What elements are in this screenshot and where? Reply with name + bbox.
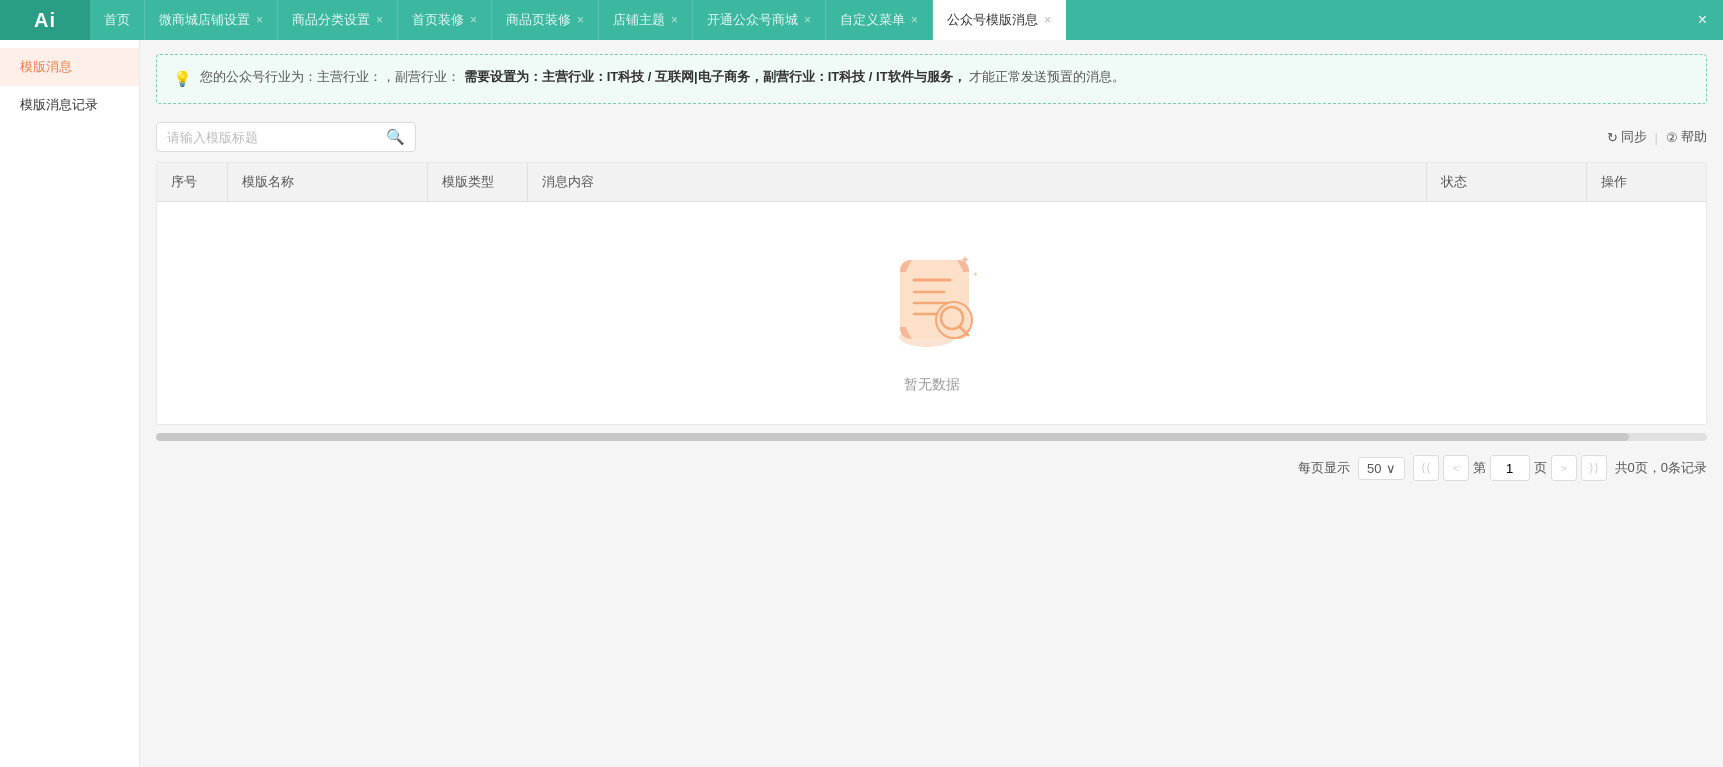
th-seq: 序号	[157, 163, 227, 201]
tab-open-mall[interactable]: 开通公众号商城 ×	[693, 0, 826, 40]
data-table: 序号 模版名称 模版类型 消息内容 状态 操作	[156, 162, 1707, 425]
chevron-down-icon: ∨	[1386, 461, 1396, 476]
total-label: 共0页，0条记录	[1615, 459, 1707, 477]
right-actions: ↻ 同步 | ② 帮助	[1607, 128, 1707, 146]
tab-label: 开通公众号商城	[707, 11, 798, 29]
table-header: 序号 模版名称 模版类型 消息内容 状态 操作	[157, 163, 1706, 202]
scrollbar-thumb[interactable]	[156, 433, 1629, 441]
notice-text: 您的公众号行业为：主营行业：，副营行业： 需要设置为：主营行业：IT科技 / 互…	[200, 67, 1125, 88]
search-bar: 🔍 ↻ 同步 | ② 帮助	[156, 122, 1707, 152]
pagination: 每页显示 50 ∨ ⟨⟨ ＜ 第 页 ＞ ⟩⟩ 共0页，0条记录	[140, 445, 1723, 491]
notice-prefix: 您的公众号行业为：主营行业：，副营行业：	[200, 69, 460, 84]
tab-label: 自定义菜单	[840, 11, 905, 29]
page-size-select[interactable]: 50 ∨	[1358, 457, 1404, 480]
last-page-button[interactable]: ⟩⟩	[1581, 455, 1607, 481]
empty-text: 暂无数据	[904, 376, 960, 394]
tab-label: 公众号模版消息	[947, 11, 1038, 29]
tab-template-msg[interactable]: 公众号模版消息 ×	[933, 0, 1066, 40]
notice-bar: 💡 您的公众号行业为：主营行业：，副营行业： 需要设置为：主营行业：IT科技 /…	[156, 54, 1707, 104]
action-divider: |	[1655, 130, 1658, 145]
search-icon[interactable]: 🔍	[386, 128, 405, 146]
page-label-post: 页	[1534, 459, 1547, 477]
sync-label: 同步	[1621, 128, 1647, 146]
help-button[interactable]: ② 帮助	[1666, 128, 1707, 146]
tab-shop-theme[interactable]: 店铺主题 ×	[599, 0, 693, 40]
tab-close-icon[interactable]: ×	[256, 13, 263, 27]
prev-page-button[interactable]: ＜	[1443, 455, 1469, 481]
tab-product-decor[interactable]: 商品页装修 ×	[492, 0, 599, 40]
sidebar-item-template-record[interactable]: 模版消息记录	[0, 86, 139, 124]
tab-close-icon[interactable]: ×	[911, 13, 918, 27]
tab-label: 微商城店铺设置	[159, 11, 250, 29]
empty-icon: ✦ ✦	[872, 242, 992, 362]
sidebar: 模版消息模版消息记录	[0, 40, 140, 767]
tab-label: 店铺主题	[613, 11, 665, 29]
svg-text:✦: ✦	[960, 253, 970, 267]
help-label: 帮助	[1681, 128, 1707, 146]
app-logo: Ai	[0, 0, 90, 40]
page-buttons: ⟨⟨ ＜ 第 页 ＞ ⟩⟩	[1413, 455, 1607, 481]
tab-bar: 首页微商城店铺设置×商品分类设置×首页装修×商品页装修×店铺主题×开通公众号商城…	[90, 0, 1682, 40]
tab-home-decor[interactable]: 首页装修 ×	[398, 0, 492, 40]
tab-close-icon[interactable]: ×	[470, 13, 477, 27]
first-page-button[interactable]: ⟨⟨	[1413, 455, 1439, 481]
bulb-icon: 💡	[173, 67, 192, 91]
content-area: 💡 您的公众号行业为：主营行业：，副营行业： 需要设置为：主营行业：IT科技 /…	[140, 40, 1723, 767]
notice-suffix: 才能正常发送预置的消息。	[969, 69, 1125, 84]
top-nav: Ai 首页微商城店铺设置×商品分类设置×首页装修×商品页装修×店铺主题×开通公众…	[0, 0, 1723, 40]
next-page-button[interactable]: ＞	[1551, 455, 1577, 481]
tab-close-icon[interactable]: ×	[671, 13, 678, 27]
main-layout: 模版消息模版消息记录 💡 您的公众号行业为：主营行业：，副营行业： 需要设置为：…	[0, 40, 1723, 767]
page-size-value: 50	[1367, 461, 1381, 476]
sidebar-item-template-msg[interactable]: 模版消息	[0, 48, 139, 86]
empty-state: ✦ ✦ 暂无数据	[157, 202, 1706, 424]
sync-button[interactable]: ↻ 同步	[1607, 128, 1647, 146]
th-type: 模版类型	[427, 163, 527, 201]
tab-label: 商品页装修	[506, 11, 571, 29]
tab-close-icon[interactable]: ×	[1044, 13, 1051, 27]
tab-custom-menu[interactable]: 自定义菜单 ×	[826, 0, 933, 40]
sync-icon: ↻	[1607, 130, 1618, 145]
svg-text:✦: ✦	[972, 270, 979, 279]
tab-home[interactable]: 首页	[90, 0, 145, 40]
notice-highlight: 需要设置为：主营行业：IT科技 / 互联网|电子商务，副营行业：IT科技 / I…	[464, 69, 966, 84]
global-close-button[interactable]: ×	[1682, 11, 1723, 29]
page-label-pre: 第	[1473, 459, 1486, 477]
tab-label: 首页装修	[412, 11, 464, 29]
search-input[interactable]	[167, 130, 382, 145]
th-name: 模版名称	[227, 163, 427, 201]
tab-close-icon[interactable]: ×	[577, 13, 584, 27]
tab-close-icon[interactable]: ×	[804, 13, 811, 27]
th-status: 状态	[1426, 163, 1586, 201]
tab-product-category[interactable]: 商品分类设置 ×	[278, 0, 398, 40]
help-icon: ②	[1666, 130, 1678, 145]
th-content: 消息内容	[527, 163, 1426, 201]
th-action: 操作	[1586, 163, 1706, 201]
page-size-label: 每页显示	[1298, 459, 1350, 477]
tab-label: 首页	[104, 11, 130, 29]
horizontal-scrollbar[interactable]	[156, 433, 1707, 441]
search-input-wrap[interactable]: 🔍	[156, 122, 416, 152]
tab-label: 商品分类设置	[292, 11, 370, 29]
tab-close-icon[interactable]: ×	[376, 13, 383, 27]
current-page-input[interactable]	[1490, 455, 1530, 481]
tab-weshop-settings[interactable]: 微商城店铺设置 ×	[145, 0, 278, 40]
